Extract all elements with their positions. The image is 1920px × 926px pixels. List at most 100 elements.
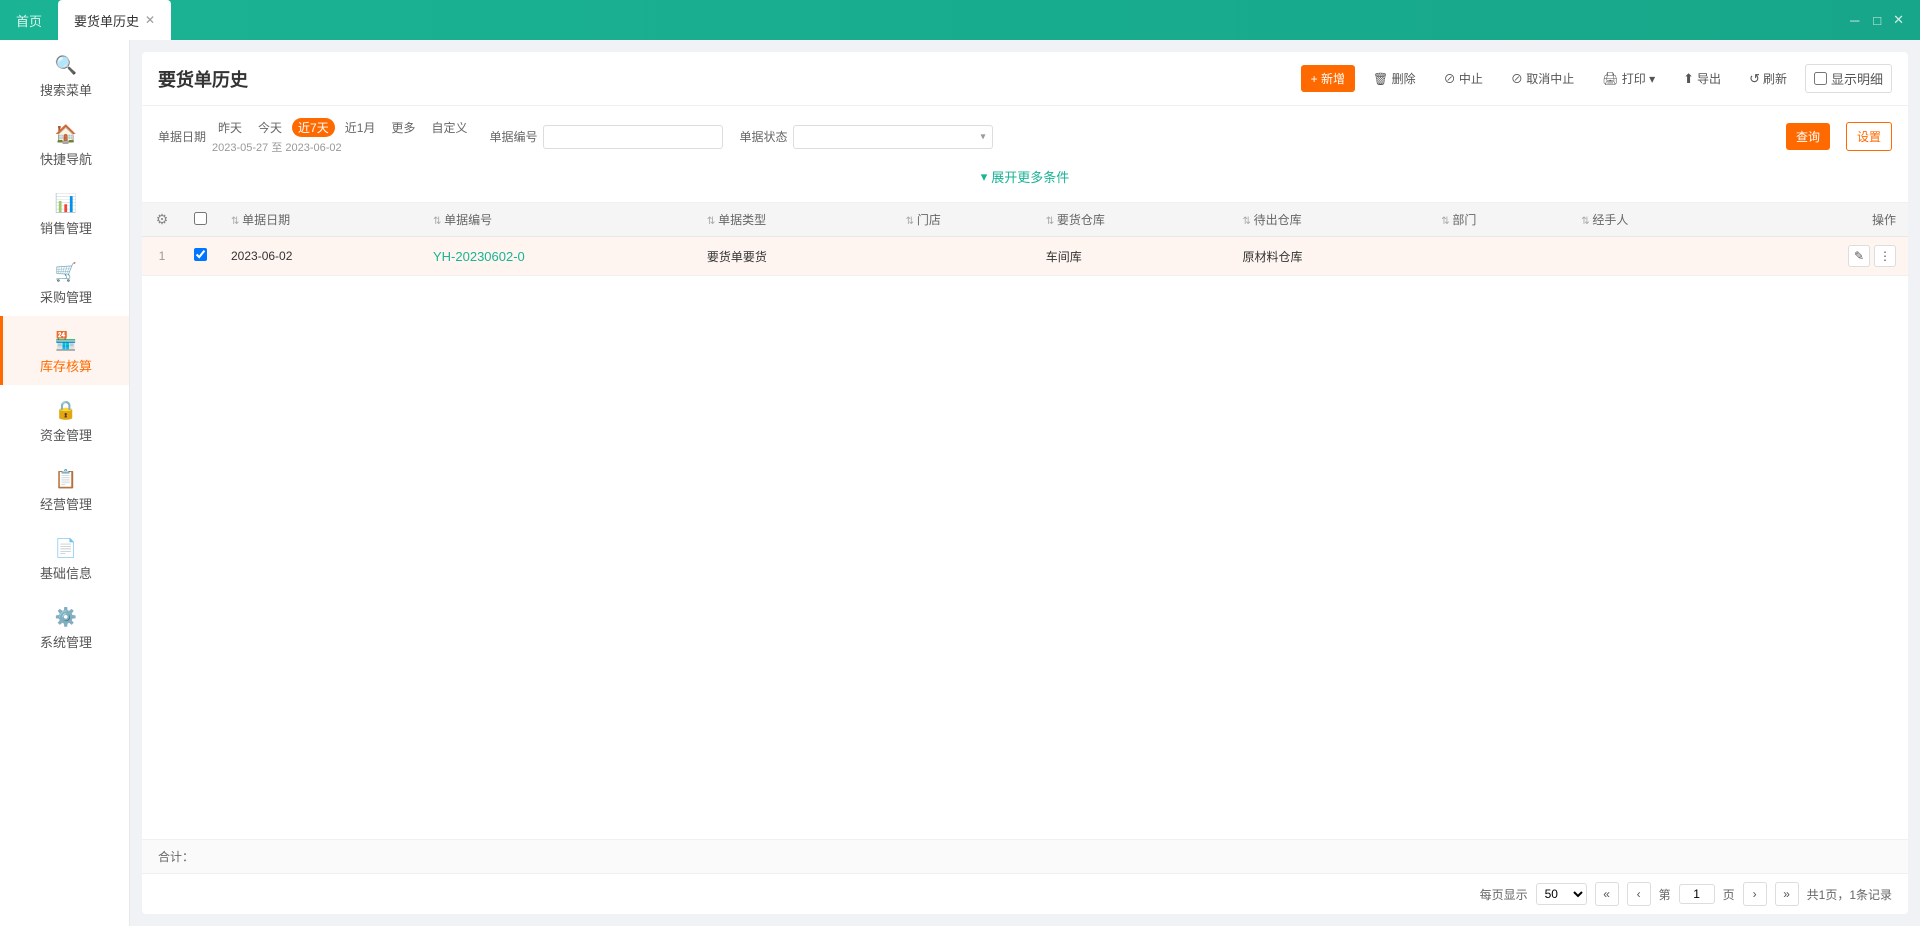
th-store[interactable]: 门店 (894, 203, 1034, 237)
query-button[interactable]: 查询 (1786, 123, 1830, 150)
th-dept[interactable]: 部门 (1429, 203, 1569, 237)
new-button[interactable]: + 新增 (1301, 65, 1355, 92)
select-all-checkbox[interactable] (194, 212, 207, 225)
row-store (894, 237, 1034, 276)
chart-icon: 📊 (55, 192, 77, 214)
print-icon: 🖨 (1602, 71, 1619, 87)
refresh-button[interactable]: ↺ 刷新 (1739, 65, 1797, 92)
sidebar: 🔍 搜索菜单 🏠 快捷导航 📊 销售管理 🛒 采购管理 🏪 库存核算 🔒 资金管… (0, 40, 130, 926)
table-body: 1 2023-06-02 YH-20230602-0 要货单要货 车间库 原材料… (142, 237, 1908, 276)
date-today-btn[interactable]: 今天 (252, 118, 288, 137)
sidebar-item-ops-mgmt[interactable]: 📋 经营管理 (0, 454, 129, 523)
sidebar-item-system-mgmt[interactable]: ⚙️ 系统管理 (0, 592, 129, 661)
export-icon: ⬆ (1683, 71, 1694, 87)
th-checkbox (182, 203, 219, 237)
docno-input[interactable] (543, 125, 723, 149)
tab-home[interactable]: 首页 (0, 0, 58, 40)
date-more-btn[interactable]: 更多 (385, 118, 421, 137)
row-doc-type: 要货单要货 (695, 237, 894, 276)
th-doc-date[interactable]: 单据日期 (219, 203, 421, 237)
main-table: ⚙ 单据日期 单据编号 单据类型 门店 要货仓库 待出仓库 部门 (142, 203, 1908, 276)
sidebar-item-search-menu[interactable]: 🔍 搜索菜单 (0, 40, 129, 109)
page-size-label: 每页显示 (1480, 886, 1528, 903)
filter-row-1: 单据日期 昨天 今天 近7天 近1月 更多 自定义 2023-05-27 至 2… (158, 118, 1892, 155)
docno-filter-label: 单据编号 (489, 128, 537, 145)
close-tab-icon[interactable]: ✕ (145, 13, 155, 27)
table-footer: 合计： (142, 839, 1908, 873)
delete-button[interactable]: 🗑 删除 (1363, 65, 1426, 92)
minimize-icon[interactable]: － (1848, 11, 1861, 30)
main-layout: 🔍 搜索菜单 🏠 快捷导航 📊 销售管理 🛒 采购管理 🏪 库存核算 🔒 资金管… (0, 40, 1920, 926)
row-checkbox-cell (182, 237, 219, 276)
sidebar-item-label: 销售管理 (40, 218, 92, 237)
next-page-btn[interactable]: › (1743, 882, 1767, 906)
doc-no-link[interactable]: YH-20230602-0 (433, 249, 525, 264)
date-yesterday-btn[interactable]: 昨天 (212, 118, 248, 137)
row-checkbox[interactable] (194, 248, 207, 261)
page-title: 要货单历史 (158, 66, 248, 92)
export-button[interactable]: ⬆ 导出 (1673, 65, 1731, 92)
th-settings: ⚙ (142, 203, 182, 237)
top-bar: 首页 要货单历史 ✕ － □ ✕ (0, 0, 1920, 40)
expand-icon: ▾ (981, 169, 988, 185)
show-detail-button[interactable]: 显示明细 (1805, 64, 1892, 93)
sidebar-item-purchase-mgmt[interactable]: 🛒 采购管理 (0, 247, 129, 316)
sidebar-item-inventory[interactable]: 🏪 库存核算 (0, 316, 129, 385)
sidebar-item-basic-info[interactable]: 📄 基础信息 (0, 523, 129, 592)
sidebar-item-quick-nav[interactable]: 🏠 快捷导航 (0, 109, 129, 178)
date-7days-btn[interactable]: 近7天 (292, 118, 335, 137)
doc-icon: 📄 (55, 537, 77, 559)
sidebar-item-finance-mgmt[interactable]: 🔒 资金管理 (0, 385, 129, 454)
sidebar-item-label: 搜索菜单 (40, 80, 92, 99)
print-button[interactable]: 🖨 🖨 打印 打印 ▾ (1592, 65, 1665, 92)
date-filter-label: 单据日期 (158, 128, 206, 145)
filter-status: 单据状态 (739, 125, 993, 149)
search-icon: 🔍 (55, 54, 77, 76)
th-handler[interactable]: 经手人 (1569, 203, 1737, 237)
home-icon: 🏠 (55, 123, 77, 145)
date-range-container: 昨天 今天 近7天 近1月 更多 自定义 2023-05-27 至 2023-0… (212, 118, 473, 155)
last-page-btn[interactable]: » (1775, 882, 1799, 906)
table-container: ⚙ 单据日期 单据编号 单据类型 门店 要货仓库 待出仓库 部门 (142, 203, 1908, 839)
row-doc-no: YH-20230602-0 (421, 237, 695, 276)
th-doc-type[interactable]: 单据类型 (695, 203, 894, 237)
show-detail-checkbox[interactable] (1814, 72, 1827, 85)
sidebar-item-label: 经营管理 (40, 494, 92, 513)
settings-filter-button[interactable]: 设置 (1846, 122, 1892, 151)
status-select[interactable] (793, 125, 993, 149)
row-req-warehouse: 车间库 (1034, 237, 1231, 276)
sidebar-item-label: 基础信息 (40, 563, 92, 582)
date-1month-btn[interactable]: 近1月 (339, 118, 382, 137)
date-custom-btn[interactable]: 自定义 (425, 118, 473, 137)
row-more-btn[interactable]: ⋮ (1874, 245, 1896, 267)
row-num: 1 (142, 237, 182, 276)
row-doc-date: 2023-06-02 (219, 237, 421, 276)
window-actions: － □ ✕ (1848, 11, 1920, 30)
th-req-warehouse[interactable]: 要货仓库 (1034, 203, 1231, 237)
th-doc-no[interactable]: 单据编号 (421, 203, 695, 237)
cancel-stop-button[interactable]: ⊘ 取消中止 (1501, 65, 1584, 92)
status-select-wrapper (793, 125, 993, 149)
page-input[interactable] (1679, 884, 1715, 904)
prev-page-btn[interactable]: ‹ (1627, 882, 1651, 906)
sidebar-item-label: 系统管理 (40, 632, 92, 651)
table-row: 1 2023-06-02 YH-20230602-0 要货单要货 车间库 原材料… (142, 237, 1908, 276)
row-actions: ✎ ⋮ (1738, 237, 1908, 276)
date-quick-btns: 昨天 今天 近7天 近1月 更多 自定义 (212, 118, 473, 137)
th-operation: 操作 (1738, 203, 1908, 237)
inventory-icon: 🏪 (55, 330, 77, 352)
page-size-select[interactable]: 50 20 100 200 (1536, 883, 1587, 905)
sidebar-item-sales-mgmt[interactable]: 📊 销售管理 (0, 178, 129, 247)
row-edit-btn[interactable]: ✎ (1848, 245, 1870, 267)
row-handler (1569, 237, 1737, 276)
table-settings-icon[interactable]: ⚙ (156, 211, 169, 227)
first-page-btn[interactable]: « (1595, 882, 1619, 906)
maximize-icon[interactable]: □ (1873, 13, 1881, 28)
sidebar-item-label: 库存核算 (40, 356, 92, 375)
expand-more-btn[interactable]: ▾ 展开更多条件 (158, 163, 1892, 190)
page-container: 要货单历史 + 新增 🗑 删除 ⊘ 中止 ⊘ 取消中止 🖨 🖨 打印 打印 ▾ … (142, 52, 1908, 914)
stop-button[interactable]: ⊘ 中止 (1434, 65, 1493, 92)
close-window-icon[interactable]: ✕ (1893, 12, 1904, 28)
th-pending-warehouse[interactable]: 待出仓库 (1230, 203, 1429, 237)
tab-requisition-history[interactable]: 要货单历史 ✕ (58, 0, 171, 40)
